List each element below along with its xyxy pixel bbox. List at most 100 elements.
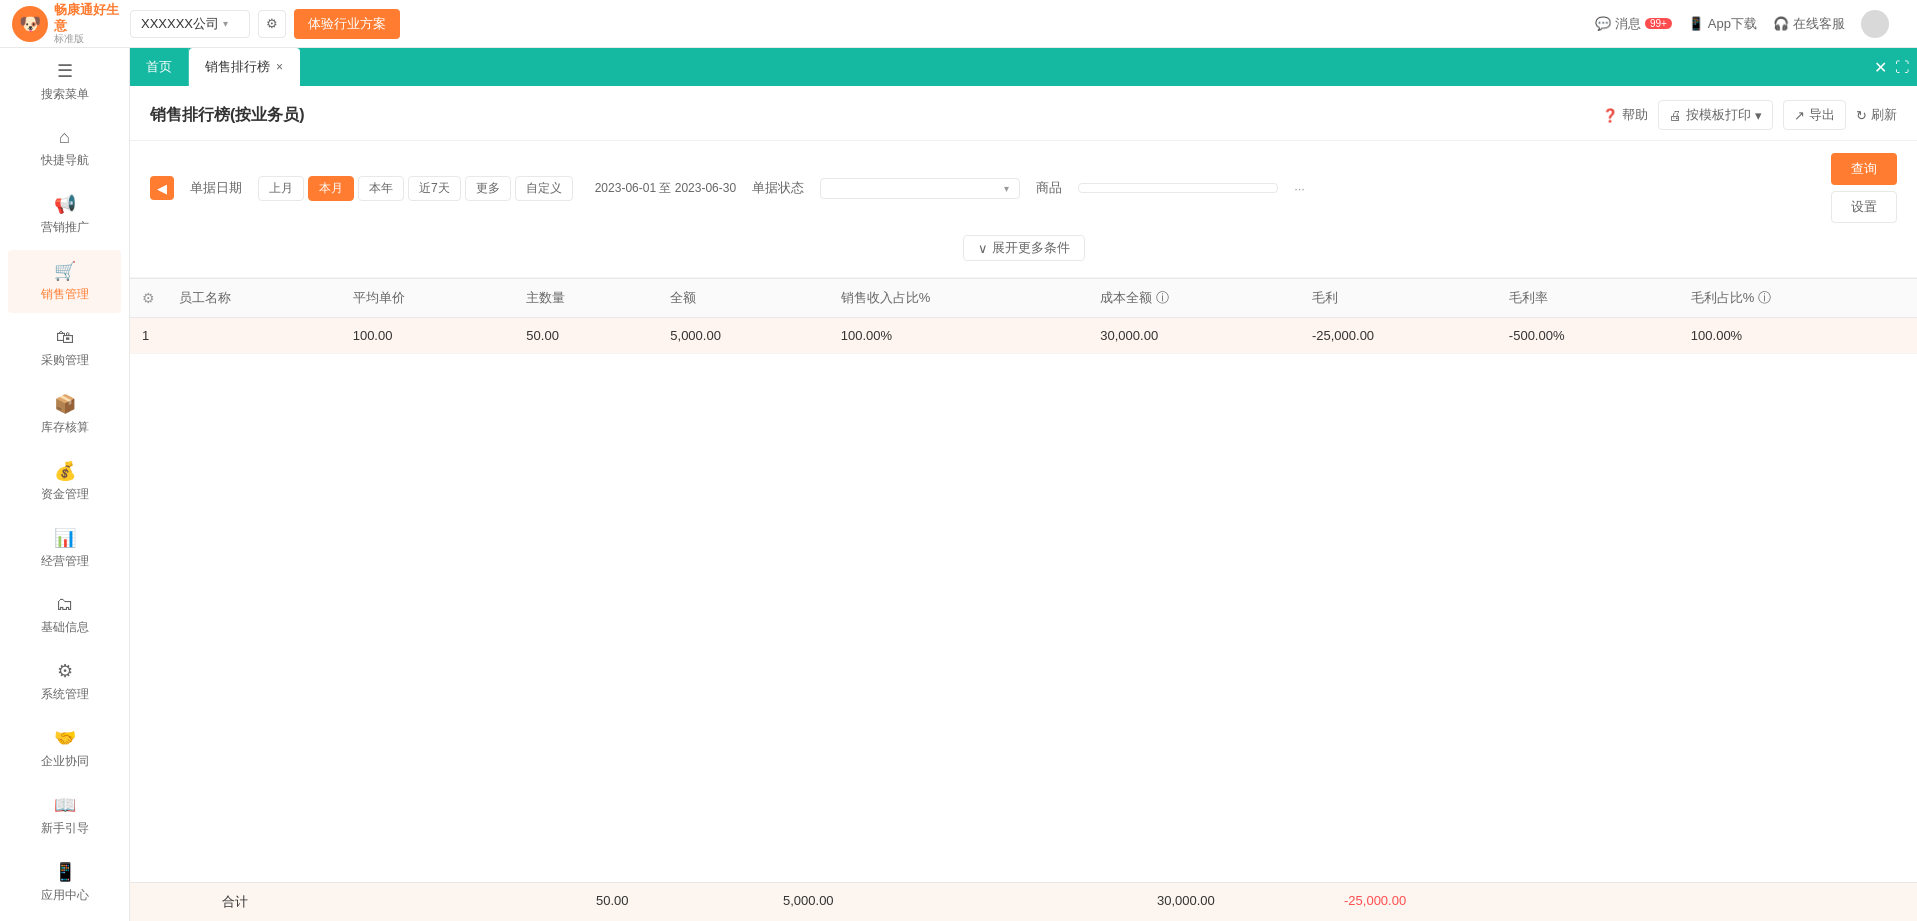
sidebar-label-guide: 新手引导 bbox=[41, 820, 89, 837]
sidebar-item-app-center[interactable]: 📱 应用中心 bbox=[8, 851, 121, 914]
sidebar-item-marketing[interactable]: 📢 营销推广 bbox=[8, 183, 121, 246]
query-button[interactable]: 查询 bbox=[1831, 153, 1897, 185]
footer-gross-ratio bbox=[1718, 893, 1905, 911]
footer-cost: 30,000.00 bbox=[1157, 893, 1344, 911]
table-footer: 合计 50.00 5,000.00 30,000.00 -25,000.00 bbox=[130, 882, 1917, 921]
tab-bar-close-icon[interactable]: ✕ bbox=[1874, 58, 1887, 77]
tab-bar-expand-icon[interactable]: ⛶ bbox=[1895, 59, 1909, 75]
help-button[interactable]: ❓ 帮助 bbox=[1602, 106, 1648, 124]
col-header-settings: ⚙ bbox=[130, 279, 167, 318]
col-settings-icon[interactable]: ⚙ bbox=[142, 290, 155, 306]
expand-label: 展开更多条件 bbox=[992, 239, 1070, 257]
logo-area: 🐶 畅康通好生意 标准版 bbox=[12, 2, 122, 45]
footer-label-text: 合计 bbox=[222, 893, 409, 911]
message-badge: 99+ bbox=[1645, 18, 1672, 29]
cell-cost: 30,000.00 bbox=[1088, 318, 1300, 354]
refresh-button[interactable]: ↻ 刷新 bbox=[1856, 106, 1897, 124]
logo-icon: 🐶 bbox=[12, 6, 48, 42]
marketing-icon: 📢 bbox=[54, 193, 76, 215]
table-container: ⚙ 员工名称 平均单价 主数量 bbox=[130, 278, 1917, 882]
online-service-label: 在线客服 bbox=[1793, 15, 1845, 33]
tab-home[interactable]: 首页 bbox=[130, 48, 189, 86]
sidebar-label-marketing: 营销推广 bbox=[41, 219, 89, 236]
print-arrow-icon: ▾ bbox=[1755, 108, 1762, 123]
sidebar-item-quick-nav[interactable]: ⌂ 快捷导航 bbox=[8, 117, 121, 179]
refresh-label: 刷新 bbox=[1871, 106, 1897, 124]
sidebar-label-inventory: 库存核算 bbox=[41, 419, 89, 436]
print-button[interactable]: 🖨 按模板打印 ▾ bbox=[1658, 100, 1773, 130]
sidebar-label-base: 基础信息 bbox=[41, 619, 89, 636]
search-order-icon: ☰ bbox=[57, 60, 73, 82]
sidebar-item-purchase[interactable]: 🛍 采购管理 bbox=[8, 317, 121, 379]
online-service-button[interactable]: 🎧 在线客服 bbox=[1773, 15, 1845, 33]
col-header-gross: 毛利 bbox=[1300, 279, 1497, 318]
sidebar-item-system[interactable]: ⚙ 系统管理 bbox=[8, 650, 121, 713]
top-bar-left: 🐶 畅康通好生意 标准版 XXXXXX公司 ▾ ⚙ 体验行业方案 bbox=[12, 2, 1595, 45]
filter-collapse-icon[interactable]: ◀ bbox=[150, 176, 174, 200]
enterprise-icon: 🤝 bbox=[54, 727, 76, 749]
sidebar-item-enterprise[interactable]: 🤝 企业协同 bbox=[8, 717, 121, 780]
user-avatar[interactable] bbox=[1861, 10, 1889, 38]
col-header-sales-ratio: 销售收入占比% bbox=[829, 279, 1089, 318]
logo-text: 畅康通好生意 标准版 bbox=[54, 2, 122, 45]
help-label: 帮助 bbox=[1622, 106, 1648, 124]
content-area: 首页 销售排行榜 × ✕ ⛶ 销售排行榜(按业务员) bbox=[130, 48, 1917, 921]
company-name: XXXXXX公司 bbox=[141, 15, 219, 33]
tab-sales-ranking[interactable]: 销售排行榜 × bbox=[189, 48, 300, 86]
sidebar-item-finance[interactable]: 💰 资金管理 bbox=[8, 450, 121, 513]
export-label: 导出 bbox=[1809, 106, 1835, 124]
date-btn-custom[interactable]: 自定义 bbox=[515, 176, 573, 201]
col-header-amount: 全额 bbox=[658, 279, 828, 318]
tab-close-icon[interactable]: × bbox=[276, 60, 283, 74]
settings-button[interactable]: 设置 bbox=[1831, 191, 1897, 223]
sidebar-label-purchase: 采购管理 bbox=[41, 352, 89, 369]
app-dl-icon: 📱 bbox=[1688, 16, 1704, 31]
sidebar-item-search-order[interactable]: ☰ 搜索菜单 bbox=[8, 50, 121, 113]
status-arrow-icon: ▾ bbox=[1004, 183, 1009, 194]
date-btn-last-month[interactable]: 上月 bbox=[258, 176, 304, 201]
status-select[interactable]: ▾ bbox=[820, 178, 1020, 199]
quick-nav-icon: ⌂ bbox=[59, 127, 70, 148]
cell-amount: 5,000.00 bbox=[658, 318, 828, 354]
cell-gross-rate: -500.00% bbox=[1497, 318, 1679, 354]
sidebar-item-sales[interactable]: 🛒 销售管理 bbox=[8, 250, 121, 313]
sidebar-item-base[interactable]: 🗂 基础信息 bbox=[8, 584, 121, 646]
date-btn-7days[interactable]: 近7天 bbox=[408, 176, 461, 201]
table-row: 1 100.00 50.00 5,000.00 100.00% 30,000.0… bbox=[130, 318, 1917, 354]
cell-quantity: 50.00 bbox=[514, 318, 658, 354]
footer-quantity: 50.00 bbox=[596, 893, 783, 911]
sidebar-item-guide[interactable]: 📖 新手引导 bbox=[8, 784, 121, 847]
expand-more-button[interactable]: ∨ 展开更多条件 bbox=[963, 235, 1085, 261]
sidebar-item-operations[interactable]: 📊 经营管理 bbox=[8, 517, 121, 580]
company-selector[interactable]: XXXXXX公司 ▾ bbox=[130, 10, 250, 38]
goods-filter-label: 商品 bbox=[1036, 179, 1062, 197]
date-btn-this-month[interactable]: 本月 bbox=[308, 176, 354, 201]
app-download-button[interactable]: 📱 App下载 bbox=[1688, 15, 1757, 33]
footer-gross-rate bbox=[1531, 893, 1718, 911]
more-filters-icon[interactable]: ··· bbox=[1294, 181, 1305, 196]
table-header-row: ⚙ 员工名称 平均单价 主数量 bbox=[130, 279, 1917, 318]
message-button[interactable]: 💬 消息 99+ bbox=[1595, 15, 1672, 33]
inventory-icon: 📦 bbox=[54, 393, 76, 415]
export-button[interactable]: ↗ 导出 bbox=[1783, 100, 1846, 130]
finance-icon: 💰 bbox=[54, 460, 76, 482]
sidebar-label-operations: 经营管理 bbox=[41, 553, 89, 570]
data-table: ⚙ 员工名称 平均单价 主数量 bbox=[130, 278, 1917, 354]
industry-btn[interactable]: 体验行业方案 bbox=[294, 9, 400, 39]
sidebar-label-finance: 资金管理 bbox=[41, 486, 89, 503]
date-btn-this-year[interactable]: 本年 bbox=[358, 176, 404, 201]
app-dl-label: App下载 bbox=[1708, 15, 1757, 33]
cell-gross: -25,000.00 bbox=[1300, 318, 1497, 354]
date-btn-more[interactable]: 更多 bbox=[465, 176, 511, 201]
tab-bar-actions: ✕ ⛶ bbox=[1866, 58, 1917, 77]
col-header-cost: 成本全额 ⓘ bbox=[1088, 279, 1300, 318]
footer-label bbox=[142, 893, 222, 911]
page-content: 销售排行榜(按业务员) ❓ 帮助 🖨 按模板打印 ▾ bbox=[130, 86, 1917, 921]
topbar-settings-button[interactable]: ⚙ bbox=[258, 10, 286, 38]
cell-rank: 1 bbox=[130, 318, 167, 354]
sidebar-item-inventory[interactable]: 📦 库存核算 bbox=[8, 383, 121, 446]
operations-icon: 📊 bbox=[54, 527, 76, 549]
sidebar-label-quick-nav: 快捷导航 bbox=[41, 152, 89, 169]
sidebar-label-sales: 销售管理 bbox=[41, 286, 89, 303]
goods-input[interactable] bbox=[1078, 183, 1278, 193]
